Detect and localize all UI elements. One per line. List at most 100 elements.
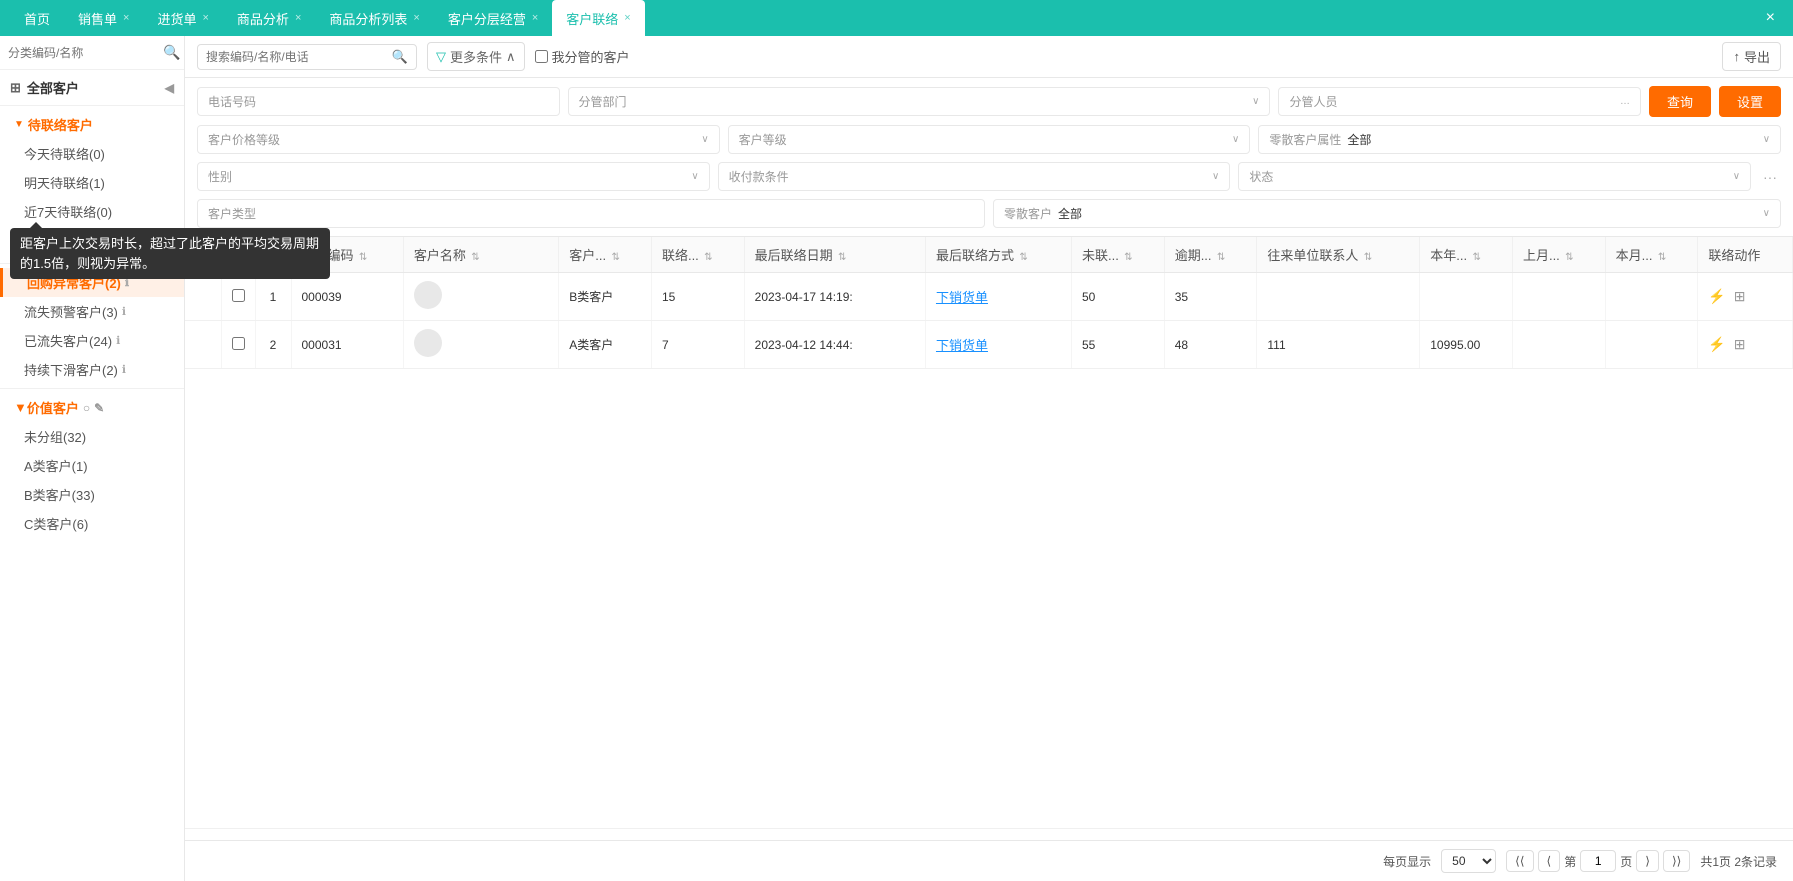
my-customers-checkbox[interactable] — [535, 50, 548, 63]
sidebar-today-pending[interactable]: 今天待联络(0) — [0, 139, 184, 168]
sort-icon-tm[interactable]: ⇅ — [1658, 252, 1666, 263]
info-icon-3[interactable]: ℹ — [116, 334, 120, 347]
my-customers-check[interactable]: 我分管的客户 — [535, 47, 630, 66]
sidebar-declining[interactable]: 持续下滑客户(2) ℹ — [0, 355, 184, 384]
nav-customer-mgmt-close[interactable]: × — [532, 12, 538, 24]
th-last-contact-method[interactable]: 最后联络方式 ⇅ — [925, 237, 1071, 273]
sort-icon-code[interactable]: ⇅ — [359, 252, 367, 263]
action-grid-icon-0[interactable]: ⊞ — [1734, 288, 1746, 305]
manager-field[interactable]: 分管人员 … — [1278, 87, 1641, 116]
row-checkbox-1[interactable] — [232, 337, 245, 350]
sidebar-lost-customers[interactable]: 已流失客户(24) ℹ — [0, 326, 184, 355]
nav-product-analysis[interactable]: 商品分析 × — [223, 0, 315, 36]
page-prev-btn[interactable]: ⟨ — [1538, 850, 1561, 872]
nav-customer-contact[interactable]: 客户联络 × — [552, 0, 644, 36]
retail-attribute-field[interactable]: 零散客户属性 全部 ∨ — [1258, 125, 1781, 154]
sort-icon-type[interactable]: ⇅ — [611, 252, 619, 263]
value-group-edit-icon[interactable]: ✎ — [94, 401, 104, 415]
sidebar-all-customers[interactable]: ⊞ 全部客户 ◀ — [0, 70, 184, 106]
customer-type-field[interactable]: 客户类型 — [197, 199, 985, 228]
row-checkbox-0[interactable] — [232, 289, 245, 302]
action-grid-icon-1[interactable]: ⊞ — [1734, 336, 1746, 353]
method-link-1[interactable]: 下销货单 — [936, 338, 988, 353]
action-link-icon-0[interactable]: ⚡ — [1708, 288, 1725, 305]
th-contact[interactable]: 联络... ⇅ — [651, 237, 744, 273]
page-input[interactable] — [1580, 850, 1616, 872]
th-not-contacted[interactable]: 未联... ⇅ — [1071, 237, 1164, 273]
sort-icon-date[interactable]: ⇅ — [838, 252, 846, 263]
th-unit-contact[interactable]: 往来单位联系人 ⇅ — [1257, 237, 1420, 273]
nav-product-list-close[interactable]: × — [413, 12, 419, 24]
value-group-circle-icon[interactable]: ○ — [83, 401, 90, 415]
cell-method-1[interactable]: 下销货单 — [925, 321, 1071, 369]
th-this-year[interactable]: 本年... ⇅ — [1420, 237, 1513, 273]
sort-icon-year[interactable]: ⇅ — [1472, 252, 1480, 263]
nav-purchase-close[interactable]: × — [202, 12, 208, 24]
export-button[interactable]: ↑ 导出 — [1722, 42, 1781, 71]
more-conditions-btn[interactable]: ▽ 更多条件 ∧ — [427, 42, 525, 71]
th-last-contact-date[interactable]: 最后联络日期 ⇅ — [744, 237, 925, 273]
th-customer-name[interactable]: 客户名称 ⇅ — [403, 237, 558, 273]
sort-icon-unit[interactable]: ⇅ — [1364, 252, 1372, 263]
sidebar-tomorrow-pending[interactable]: 明天待联络(1) — [0, 168, 184, 197]
th-overdue-label: 逾期... — [1175, 248, 1212, 263]
price-level-field[interactable]: 客户价格等级 ∨ — [197, 125, 720, 154]
filter-row-1: 电话号码 分管部门 ∨ 分管人员 … 查询 设 — [197, 86, 1781, 117]
th-overdue[interactable]: 逾期... ⇅ — [1164, 237, 1257, 273]
th-last-month[interactable]: 上月... ⇅ — [1512, 237, 1605, 273]
th-this-year-label: 本年... — [1430, 248, 1467, 263]
sidebar-c-customers[interactable]: C类客户(6) — [0, 509, 184, 538]
pending-contact-title[interactable]: ▼ 待联络客户 — [0, 110, 184, 139]
nav-purchase[interactable]: 进货单 × — [143, 0, 222, 36]
query-button[interactable]: 查询 — [1649, 86, 1711, 117]
nav-product-analysis-close[interactable]: × — [295, 12, 301, 24]
info-icon-4[interactable]: ℹ — [122, 363, 126, 376]
sort-icon-nc[interactable]: ⇅ — [1124, 252, 1132, 263]
sidebar-7day-pending[interactable]: 近7天待联络(0) — [0, 197, 184, 226]
sidebar-search-area: 🔍 — [0, 36, 184, 70]
sidebar-a-customers[interactable]: A类客户(1) — [0, 451, 184, 480]
page-last-btn[interactable]: ⟩⟩ — [1663, 850, 1690, 872]
bottom-scroll[interactable] — [185, 828, 1793, 840]
search-input[interactable] — [206, 50, 392, 64]
action-link-icon-1[interactable]: ⚡ — [1708, 336, 1725, 353]
nav-product-list[interactable]: 商品分析列表 × — [315, 0, 433, 36]
payment-field[interactable]: 收付款条件 ∨ — [718, 162, 1231, 191]
sort-icon-method[interactable]: ⇅ — [1019, 252, 1027, 263]
search-bar-icon[interactable]: 🔍 — [392, 49, 408, 65]
status-field[interactable]: 状态 ∨ — [1238, 162, 1751, 191]
nav-sales[interactable]: 销售单 × — [64, 0, 143, 36]
th-customer-type[interactable]: 客户... ⇅ — [559, 237, 652, 273]
per-page-select[interactable]: 50 100 — [1441, 849, 1496, 873]
sort-icon-name[interactable]: ⇅ — [471, 252, 479, 263]
sort-icon-contact[interactable]: ⇅ — [704, 252, 712, 263]
nav-home[interactable]: 首页 — [10, 0, 64, 36]
nav-sales-close[interactable]: × — [123, 12, 129, 24]
gender-field[interactable]: 性别 ∨ — [197, 162, 710, 191]
sidebar-lost-warning[interactable]: 流失预警客户(3) ℹ — [0, 297, 184, 326]
phone-field[interactable]: 电话号码 — [197, 87, 560, 116]
sidebar-b-customers[interactable]: B类客户(33) — [0, 480, 184, 509]
sidebar-collapse-btn[interactable]: ◀ — [165, 81, 174, 95]
customer-level-field[interactable]: 客户等级 ∨ — [728, 125, 1251, 154]
sort-icon-lm[interactable]: ⇅ — [1565, 252, 1573, 263]
filter-more-dots[interactable]: ··· — [1759, 169, 1781, 185]
page-next-btn[interactable]: ⟩ — [1636, 850, 1659, 872]
sort-icon-overdue[interactable]: ⇅ — [1217, 252, 1225, 263]
dept-field[interactable]: 分管部门 ∨ — [568, 87, 1271, 116]
ungroup-label: 未分组(32) — [24, 427, 86, 446]
th-this-month[interactable]: 本月... ⇅ — [1605, 237, 1698, 273]
cell-method-0[interactable]: 下销货单 — [925, 273, 1071, 321]
close-all-button[interactable]: × — [1758, 9, 1783, 27]
page-first-btn[interactable]: ⟨⟨ — [1506, 850, 1533, 872]
sidebar-ungroup[interactable]: 未分组(32) — [0, 422, 184, 451]
value-customers-group-title[interactable]: ▼ 价值客户 ○ ✎ — [0, 393, 184, 422]
nav-customer-mgmt[interactable]: 客户分层经营 × — [434, 0, 552, 36]
sidebar-search-input[interactable] — [8, 46, 163, 60]
info-icon-2[interactable]: ℹ — [122, 305, 126, 318]
nav-customer-contact-close[interactable]: × — [624, 12, 630, 24]
retail-customer-field[interactable]: 零散客户 全部 ∨ — [993, 199, 1781, 228]
sidebar-search-icon[interactable]: 🔍 — [163, 44, 180, 61]
settings-button[interactable]: 设置 — [1719, 86, 1781, 117]
method-link-0[interactable]: 下销货单 — [936, 290, 988, 305]
